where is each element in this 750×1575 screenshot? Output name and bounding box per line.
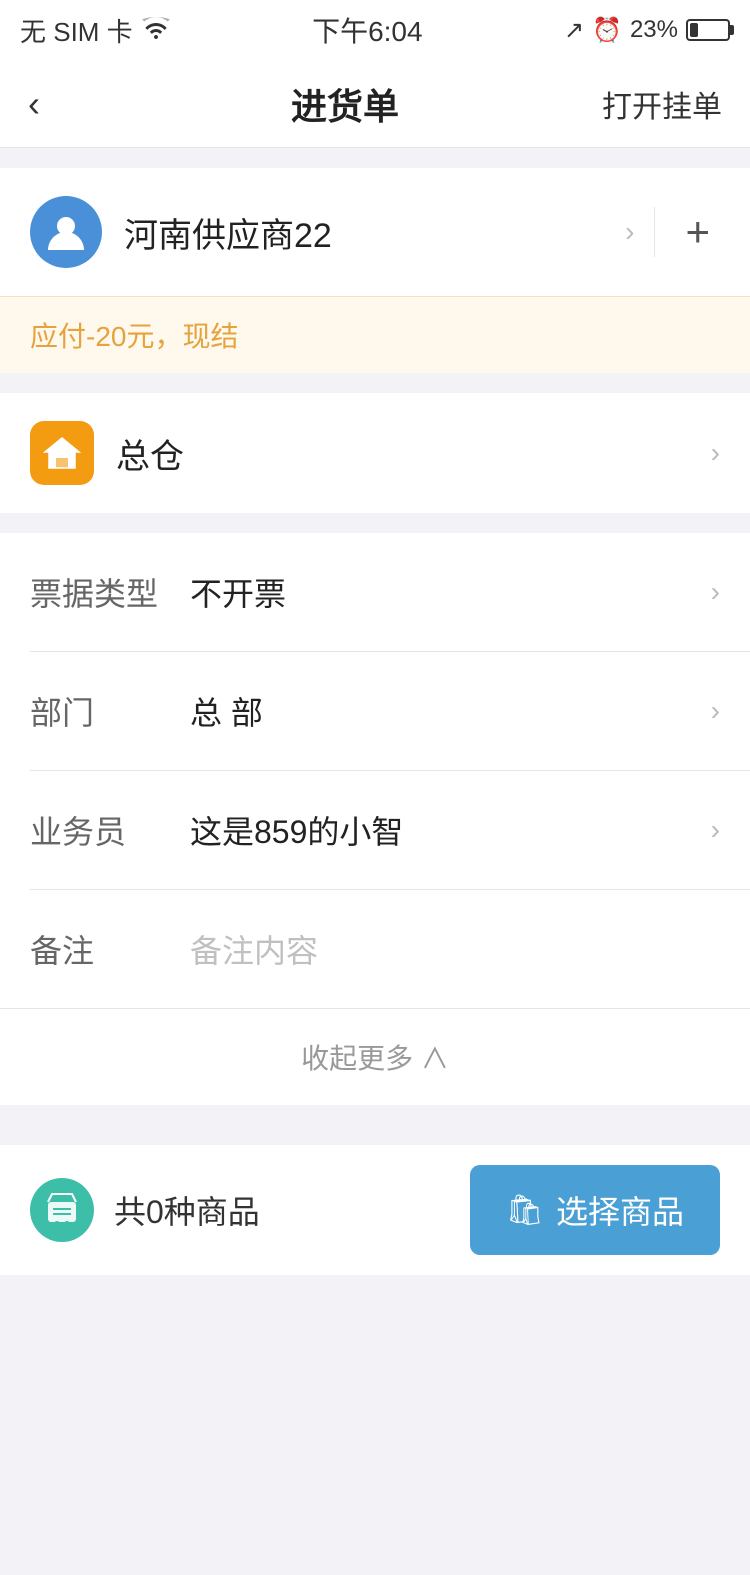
collapse-label[interactable]: 收起更多 ∧ [301, 1037, 449, 1077]
user-icon [44, 210, 88, 254]
status-bar: 无 SIM 卡 下午6:04 ↗ ⏰ 23% [0, 0, 750, 60]
supplier-section: 河南供应商22 › + 应付-20元，现结 [0, 168, 750, 373]
page-title: 进货单 [291, 78, 399, 130]
select-product-icon: 🛍 [506, 1193, 544, 1228]
nav-bar: ‹ 进货单 打开挂单 [0, 60, 750, 148]
remark-input[interactable]: 备注内容 [170, 926, 720, 972]
status-bar-time: 下午6:04 [312, 10, 423, 50]
collapse-row[interactable]: 收起更多 ∧ [0, 1008, 750, 1105]
open-pending-button[interactable]: 打开挂单 [602, 82, 722, 126]
dept-chevron-icon: › [711, 695, 720, 727]
select-product-label: 选择商品 [556, 1187, 684, 1233]
remark-row[interactable]: 备注 备注内容 [0, 890, 750, 1008]
notice-text: 应付-20元，现结 [30, 321, 238, 352]
warehouse-chevron-icon: › [711, 437, 720, 469]
supplier-divider [654, 207, 655, 257]
status-bar-right: ↗ ⏰ 23% [564, 16, 730, 45]
back-button[interactable]: ‹ [28, 83, 88, 125]
sales-chevron-icon: › [711, 814, 720, 846]
warehouse-row[interactable]: 总仓 › [0, 393, 750, 513]
section-gap-4 [0, 1105, 750, 1125]
invoice-value: 不开票 [170, 569, 711, 615]
supplier-avatar [30, 196, 102, 268]
supplier-name: 河南供应商22 [124, 208, 625, 257]
section-gap-3 [0, 513, 750, 533]
product-icon [30, 1178, 94, 1242]
page-footer [0, 1275, 750, 1575]
product-count-label: 共0种商品 [114, 1187, 470, 1233]
battery-indicator [686, 19, 730, 41]
status-bar-left: 无 SIM 卡 [20, 12, 171, 49]
form-section: 票据类型 不开票 › 部门 总 部 › 业务员 这是859的小智 › 备注 备注… [0, 533, 750, 1105]
carrier-label: 无 SIM 卡 [20, 12, 133, 49]
invoice-chevron-icon: › [711, 576, 720, 608]
dept-label: 部门 [30, 688, 170, 734]
wifi-icon [141, 15, 171, 46]
warehouse-name: 总仓 [116, 429, 711, 478]
battery-percent: 23% [630, 16, 678, 44]
remark-label: 备注 [30, 926, 170, 972]
dept-row[interactable]: 部门 总 部 › [0, 652, 750, 770]
bottom-bar: 共0种商品 🛍 选择商品 [0, 1145, 750, 1275]
invoice-row[interactable]: 票据类型 不开票 › [0, 533, 750, 651]
select-product-button[interactable]: 🛍 选择商品 [470, 1165, 720, 1255]
dept-value: 总 部 [170, 688, 711, 734]
section-gap-2 [0, 373, 750, 393]
supplier-chevron-icon: › [625, 216, 634, 248]
invoice-label: 票据类型 [30, 569, 170, 615]
add-supplier-button[interactable]: + [675, 208, 720, 256]
alarm-icon: ⏰ [592, 16, 622, 45]
section-gap-1 [0, 148, 750, 168]
location-icon: ↗ [564, 16, 584, 45]
supplier-row[interactable]: 河南供应商22 › + [0, 168, 750, 296]
sales-row[interactable]: 业务员 这是859的小智 › [0, 771, 750, 889]
home-icon [43, 434, 81, 472]
warehouse-icon [30, 421, 94, 485]
sales-value: 这是859的小智 [170, 807, 711, 853]
notice-bar: 应付-20元，现结 [0, 296, 750, 373]
sales-label: 业务员 [30, 807, 170, 853]
cart-icon [44, 1192, 80, 1228]
warehouse-section: 总仓 › [0, 393, 750, 513]
